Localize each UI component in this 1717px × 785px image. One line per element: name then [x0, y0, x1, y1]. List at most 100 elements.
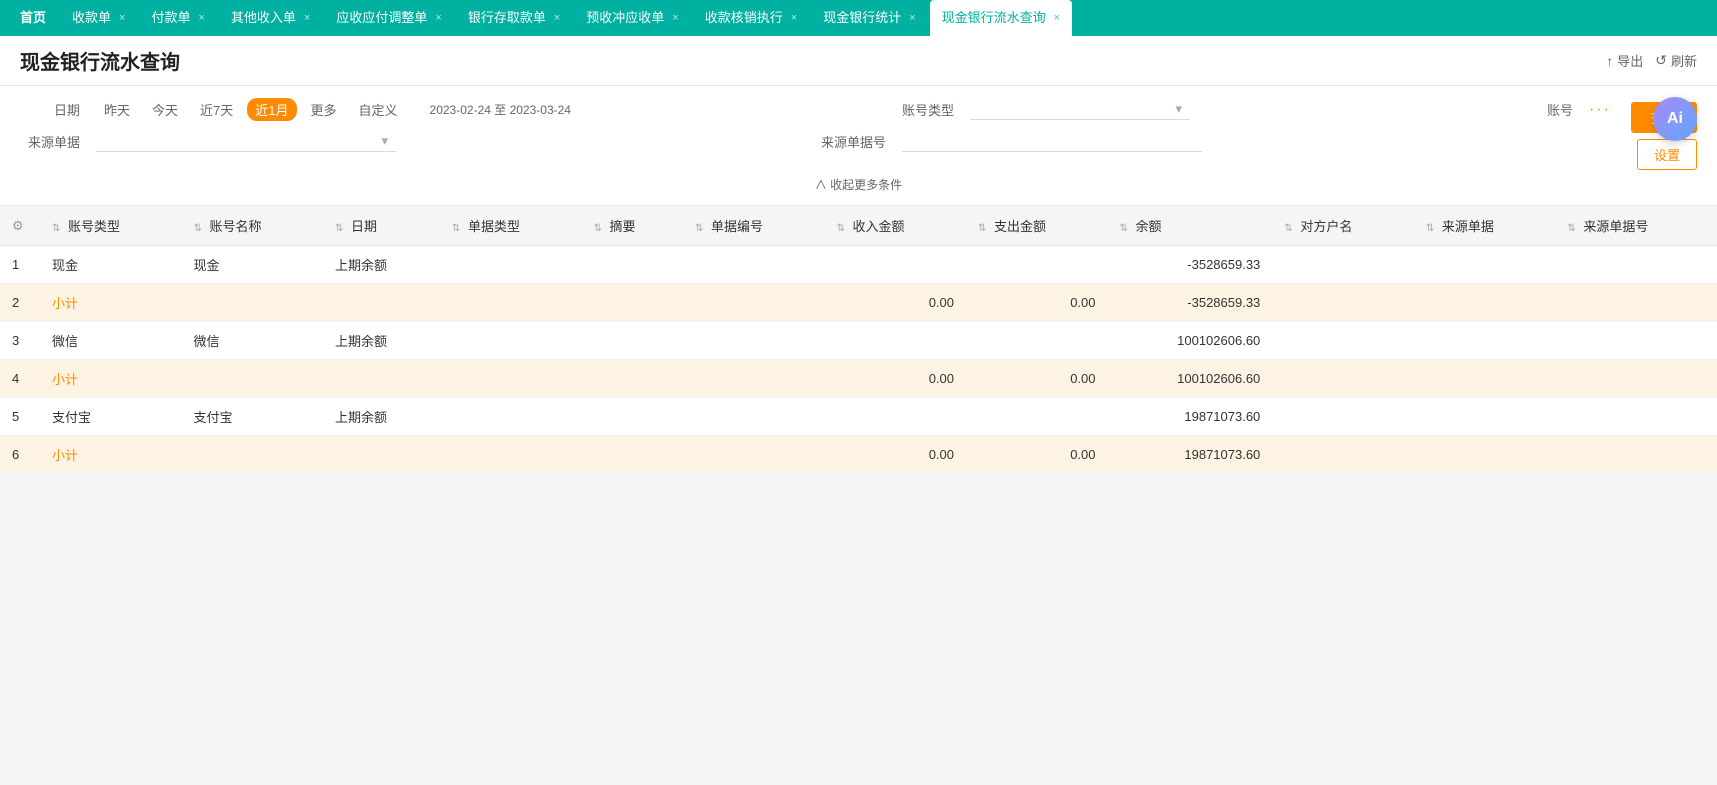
table-cell — [1414, 436, 1556, 474]
table-cell: 0.00 — [824, 436, 966, 474]
ai-assistant-badge[interactable]: Ai — [1653, 97, 1697, 141]
nav-tab-cash-bank-flow[interactable]: 现金银行流水查询 × — [930, 0, 1072, 36]
col-date[interactable]: ⇅ 日期 — [323, 206, 440, 246]
table-cell: 0.00 — [966, 360, 1108, 398]
sort-icon: ⇅ — [52, 223, 60, 234]
table-cell — [1414, 360, 1556, 398]
source-doc-label: 来源单据 — [20, 132, 80, 151]
nav-tab-payments[interactable]: 付款单 × — [139, 0, 216, 36]
close-collection-exec-tab[interactable]: × — [791, 0, 797, 36]
chevron-down-icon: ▾ — [1175, 101, 1182, 117]
table-cell — [440, 246, 582, 284]
header-actions: ↑ 导出 ↺ 刷新 — [1606, 51, 1697, 70]
table-cell: 现金 — [40, 246, 182, 284]
table-cell: 19871073.60 — [1108, 436, 1273, 474]
col-balance[interactable]: ⇅ 余额 — [1108, 206, 1273, 246]
table-cell: 19871073.60 — [1108, 398, 1273, 436]
table-cell — [581, 398, 683, 436]
col-expense[interactable]: ⇅ 支出金额 — [966, 206, 1108, 246]
refresh-button[interactable]: ↺ 刷新 — [1655, 51, 1697, 70]
source-doc-no-input[interactable] — [902, 132, 1202, 152]
close-cash-bank-stats-tab[interactable]: × — [909, 0, 915, 36]
close-ar-ap-adjust-tab[interactable]: × — [435, 0, 441, 36]
nav-tab-other-income[interactable]: 其他收入单 × — [219, 0, 322, 36]
source-doc-select[interactable]: ▾ — [96, 131, 396, 152]
source-doc-no-label: 来源单据号 — [821, 132, 886, 151]
col-account-name[interactable]: ⇅ 账号名称 — [182, 206, 324, 246]
col-doc-no[interactable]: ⇅ 单据编号 — [683, 206, 825, 246]
col-income[interactable]: ⇅ 收入金额 — [824, 206, 966, 246]
table-cell: 5 — [0, 398, 40, 436]
sort-icon: ⇅ — [836, 223, 844, 234]
col-gear: ⚙ — [0, 206, 40, 246]
date-btn-7days[interactable]: 近7天 — [192, 98, 241, 121]
close-other-income-tab[interactable]: × — [304, 0, 310, 36]
date-btn-custom[interactable]: 自定义 — [351, 98, 406, 121]
table-cell: -3528659.33 — [1108, 284, 1273, 322]
table-cell — [1272, 398, 1414, 436]
table-cell — [440, 398, 582, 436]
table-cell: 微信 — [40, 322, 182, 360]
account-type-label: 账号类型 — [894, 100, 954, 119]
table-row: 3微信微信上期余额100102606.60 — [0, 322, 1717, 360]
table-row: 2小计0.000.00-3528659.33 — [0, 284, 1717, 322]
table-cell: 0.00 — [966, 284, 1108, 322]
date-btn-yesterday[interactable]: 昨天 — [96, 98, 138, 121]
close-bank-deposit-tab[interactable]: × — [554, 0, 560, 36]
table-cell — [824, 246, 966, 284]
close-receipts-tab[interactable]: × — [119, 0, 125, 36]
settings-button[interactable]: 设置 — [1637, 139, 1697, 170]
table-header-row: ⚙ ⇅ 账号类型 ⇅ 账号名称 ⇅ 日期 ⇅ 单据类型 — [0, 206, 1717, 246]
table-cell: 100102606.60 — [1108, 360, 1273, 398]
table-cell — [1414, 284, 1556, 322]
table-cell — [581, 436, 683, 474]
close-prepay-offset-tab[interactable]: × — [672, 0, 678, 36]
collapse-bar[interactable]: ∧ 收起更多条件 — [20, 170, 1697, 193]
sort-icon: ⇅ — [1567, 223, 1575, 234]
col-account-type[interactable]: ⇅ 账号类型 — [40, 206, 182, 246]
close-cash-bank-flow-tab[interactable]: × — [1054, 0, 1060, 36]
date-btn-today[interactable]: 今天 — [144, 98, 186, 121]
table-cell: 100102606.60 — [1108, 322, 1273, 360]
nav-tab-collection-exec[interactable]: 收款核销执行 × — [693, 0, 809, 36]
table-cell — [323, 436, 440, 474]
date-btn-1month[interactable]: 近1月 — [247, 98, 296, 121]
col-counterpart[interactable]: ⇅ 对方户名 — [1272, 206, 1414, 246]
col-source-doc[interactable]: ⇅ 来源单据 — [1414, 206, 1556, 246]
table-area: ⚙ ⇅ 账号类型 ⇅ 账号名称 ⇅ 日期 ⇅ 单据类型 — [0, 206, 1717, 474]
nav-home[interactable]: 首页 — [8, 0, 58, 36]
gear-icon[interactable]: ⚙ — [12, 218, 24, 233]
table-cell: 0.00 — [824, 360, 966, 398]
date-options: 昨天 今天 近7天 近1月 更多 自定义 — [96, 98, 406, 121]
nav-tab-cash-bank-stats[interactable]: 现金银行统计 × — [811, 0, 927, 36]
account-type-select[interactable]: ▾ — [970, 99, 1190, 120]
table-cell — [1555, 322, 1717, 360]
table-cell: 3 — [0, 322, 40, 360]
sort-icon: ⇅ — [1426, 223, 1434, 234]
account-dots-button[interactable]: ··· — [1589, 101, 1611, 119]
close-payments-tab[interactable]: × — [198, 0, 204, 36]
nav-tab-prepay-offset[interactable]: 预收冲应收单 × — [574, 0, 690, 36]
nav-tab-bank-deposit[interactable]: 银行存取款单 × — [456, 0, 572, 36]
table-cell: 6 — [0, 436, 40, 474]
col-summary[interactable]: ⇅ 摘要 — [581, 206, 683, 246]
table-cell — [1414, 398, 1556, 436]
col-doc-type[interactable]: ⇅ 单据类型 — [440, 206, 582, 246]
table-cell — [1555, 360, 1717, 398]
sort-icon: ⇅ — [194, 223, 202, 234]
table-cell — [966, 322, 1108, 360]
nav-tab-receipts[interactable]: 收款单 × — [60, 0, 137, 36]
nav-tab-ar-ap-adjust[interactable]: 应收应付调整单 × — [324, 0, 453, 36]
table-cell: 2 — [0, 284, 40, 322]
table-cell — [1555, 246, 1717, 284]
table-cell — [683, 436, 825, 474]
date-btn-more[interactable]: 更多 — [303, 98, 345, 121]
table-cell — [824, 398, 966, 436]
export-button[interactable]: ↑ 导出 — [1606, 51, 1643, 70]
table-cell: 小计 — [40, 284, 182, 322]
col-source-doc-no[interactable]: ⇅ 来源单据号 — [1555, 206, 1717, 246]
page-title: 现金银行流水查询 — [20, 46, 180, 75]
filter-row-2: 来源单据 ▾ 来源单据号 — [20, 131, 1611, 152]
table-cell — [683, 322, 825, 360]
table-cell — [182, 360, 324, 398]
